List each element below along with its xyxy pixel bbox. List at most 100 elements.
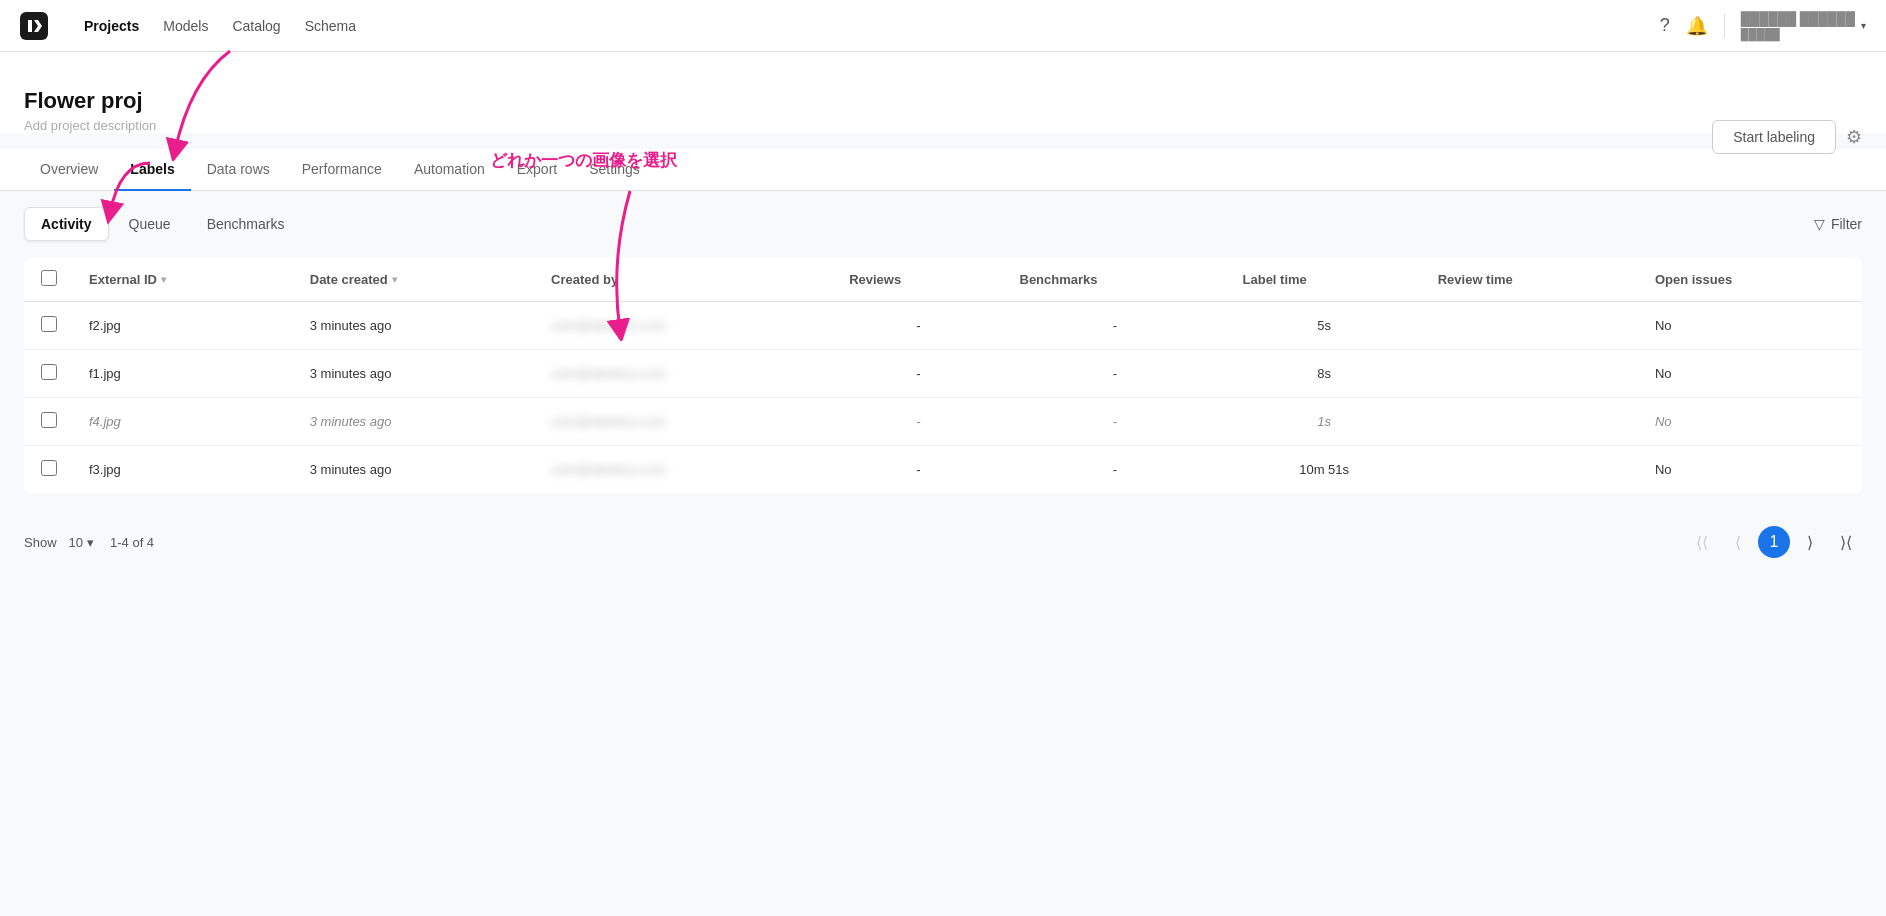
- header-actions: Start labeling ⚙: [1712, 120, 1862, 154]
- col-external-id[interactable]: External ID ▾: [73, 258, 294, 302]
- sub-tabs-bar: Activity Queue Benchmarks ▽ Filter: [0, 191, 1886, 241]
- cell-date-created: 3 minutes ago: [294, 446, 535, 494]
- nav-right: ? 🔔 ██████ ███████████ ▾: [1660, 11, 1866, 41]
- cell-open-issues: No: [1639, 446, 1862, 494]
- pagination-bar: Show 10 ▾ 1-4 of 4 ⟨⟨ ⟨ 1 ⟩ ⟩⟨: [0, 510, 1886, 574]
- svg-rect-0: [20, 12, 48, 40]
- tab-overview[interactable]: Overview: [24, 149, 114, 191]
- sub-tab-benchmarks[interactable]: Benchmarks: [191, 207, 301, 241]
- nav-divider: [1724, 14, 1725, 38]
- cell-label-time: 10m 51s: [1227, 446, 1422, 494]
- help-icon[interactable]: ?: [1660, 15, 1670, 36]
- labels-table: External ID ▾ Date created ▾ Created by …: [24, 257, 1862, 494]
- project-description[interactable]: Add project description: [24, 118, 1862, 133]
- settings-button[interactable]: ⚙: [1846, 126, 1862, 148]
- table-row[interactable]: f4.jpg 3 minutes ago user@labelbox.com -…: [25, 398, 1862, 446]
- current-page-button[interactable]: 1: [1758, 526, 1790, 558]
- sort-external-id-icon: ▾: [161, 274, 166, 285]
- cell-external-id: f2.jpg: [73, 302, 294, 350]
- col-open-issues: Open issues: [1639, 258, 1862, 302]
- table-header-row: External ID ▾ Date created ▾ Created by …: [25, 258, 1862, 302]
- cell-benchmarks: -: [1004, 446, 1227, 494]
- prev-page-button[interactable]: ⟨: [1722, 526, 1754, 558]
- table-row[interactable]: f3.jpg 3 minutes ago user@labelbox.com -…: [25, 446, 1862, 494]
- cell-open-issues: No: [1639, 302, 1862, 350]
- cell-external-id: f1.jpg: [73, 350, 294, 398]
- row-checkbox-cell: [25, 350, 74, 398]
- cell-open-issues: No: [1639, 398, 1862, 446]
- nav-schema[interactable]: Schema: [305, 18, 356, 34]
- cell-benchmarks: -: [1004, 302, 1227, 350]
- first-page-button[interactable]: ⟨⟨: [1686, 526, 1718, 558]
- col-label-time: Label time: [1227, 258, 1422, 302]
- cell-review-time: [1422, 350, 1639, 398]
- cell-review-time: [1422, 446, 1639, 494]
- tab-labels[interactable]: Labels: [114, 149, 190, 191]
- row-checkbox-2[interactable]: [41, 412, 57, 428]
- select-all-header: [25, 258, 74, 302]
- row-checkbox-cell: [25, 398, 74, 446]
- cell-label-time: 5s: [1227, 302, 1422, 350]
- page-buttons: ⟨⟨ ⟨ 1 ⟩ ⟩⟨: [1686, 526, 1862, 558]
- per-page-select[interactable]: 10 ▾: [69, 535, 94, 550]
- cell-external-id: f3.jpg: [73, 446, 294, 494]
- table-container: External ID ▾ Date created ▾ Created by …: [0, 241, 1886, 510]
- nav-models[interactable]: Models: [163, 18, 208, 34]
- page-range: 1-4 of 4: [110, 535, 154, 550]
- col-benchmarks: Benchmarks: [1004, 258, 1227, 302]
- cell-created-by: user@labelbox.com: [535, 302, 833, 350]
- cell-review-time: [1422, 398, 1639, 446]
- chevron-down-icon: ▾: [1861, 20, 1866, 31]
- row-checkbox-cell: [25, 302, 74, 350]
- cell-date-created: 3 minutes ago: [294, 350, 535, 398]
- tab-performance[interactable]: Performance: [286, 149, 398, 191]
- chevron-down-icon: ▾: [87, 535, 94, 550]
- cell-created-by: user@labelbox.com: [535, 350, 833, 398]
- start-labeling-button[interactable]: Start labeling: [1712, 120, 1836, 154]
- filter-icon: ▽: [1814, 216, 1825, 232]
- select-all-checkbox[interactable]: [41, 270, 57, 286]
- col-created-by: Created by: [535, 258, 833, 302]
- tab-export[interactable]: Export: [501, 149, 573, 191]
- bell-icon[interactable]: 🔔: [1686, 15, 1708, 37]
- tab-data-rows[interactable]: Data rows: [191, 149, 286, 191]
- user-menu[interactable]: ██████ ███████████ ▾: [1741, 11, 1866, 41]
- cell-reviews: -: [833, 398, 1003, 446]
- cell-review-time: [1422, 302, 1639, 350]
- tab-settings[interactable]: Settings: [573, 149, 656, 191]
- cell-date-created: 3 minutes ago: [294, 302, 535, 350]
- cell-reviews: -: [833, 350, 1003, 398]
- cell-label-time: 1s: [1227, 398, 1422, 446]
- row-checkbox-1[interactable]: [41, 364, 57, 380]
- row-checkbox-0[interactable]: [41, 316, 57, 332]
- cell-created-by: user@labelbox.com: [535, 398, 833, 446]
- app-logo[interactable]: [20, 12, 48, 40]
- next-page-button[interactable]: ⟩: [1794, 526, 1826, 558]
- filter-button[interactable]: ▽ Filter: [1814, 216, 1862, 232]
- top-nav: Projects Models Catalog Schema ? 🔔 █████…: [0, 0, 1886, 52]
- nav-catalog[interactable]: Catalog: [232, 18, 280, 34]
- cell-created-by: user@labelbox.com: [535, 446, 833, 494]
- tab-automation[interactable]: Automation: [398, 149, 501, 191]
- page-header: Flower proj Add project description Star…: [0, 52, 1886, 133]
- sub-tab-activity[interactable]: Activity: [24, 207, 109, 241]
- cell-benchmarks: -: [1004, 398, 1227, 446]
- sub-tab-queue[interactable]: Queue: [113, 207, 187, 241]
- cell-external-id: f4.jpg: [73, 398, 294, 446]
- cell-reviews: -: [833, 302, 1003, 350]
- last-page-button[interactable]: ⟩⟨: [1830, 526, 1862, 558]
- cell-date-created: 3 minutes ago: [294, 398, 535, 446]
- table-row[interactable]: f1.jpg 3 minutes ago user@labelbox.com -…: [25, 350, 1862, 398]
- row-checkbox-3[interactable]: [41, 460, 57, 476]
- cell-open-issues: No: [1639, 350, 1862, 398]
- table-row[interactable]: f2.jpg 3 minutes ago user@labelbox.com -…: [25, 302, 1862, 350]
- main-tabs: Overview Labels Data rows Performance Au…: [0, 149, 1886, 191]
- cell-label-time: 8s: [1227, 350, 1422, 398]
- nav-links: Projects Models Catalog Schema: [84, 18, 356, 34]
- user-name: ██████ ███████████: [1741, 11, 1855, 41]
- row-checkbox-cell: [25, 446, 74, 494]
- nav-projects[interactable]: Projects: [84, 18, 139, 34]
- col-date-created[interactable]: Date created ▾: [294, 258, 535, 302]
- cell-reviews: -: [833, 446, 1003, 494]
- show-label: Show: [24, 535, 57, 550]
